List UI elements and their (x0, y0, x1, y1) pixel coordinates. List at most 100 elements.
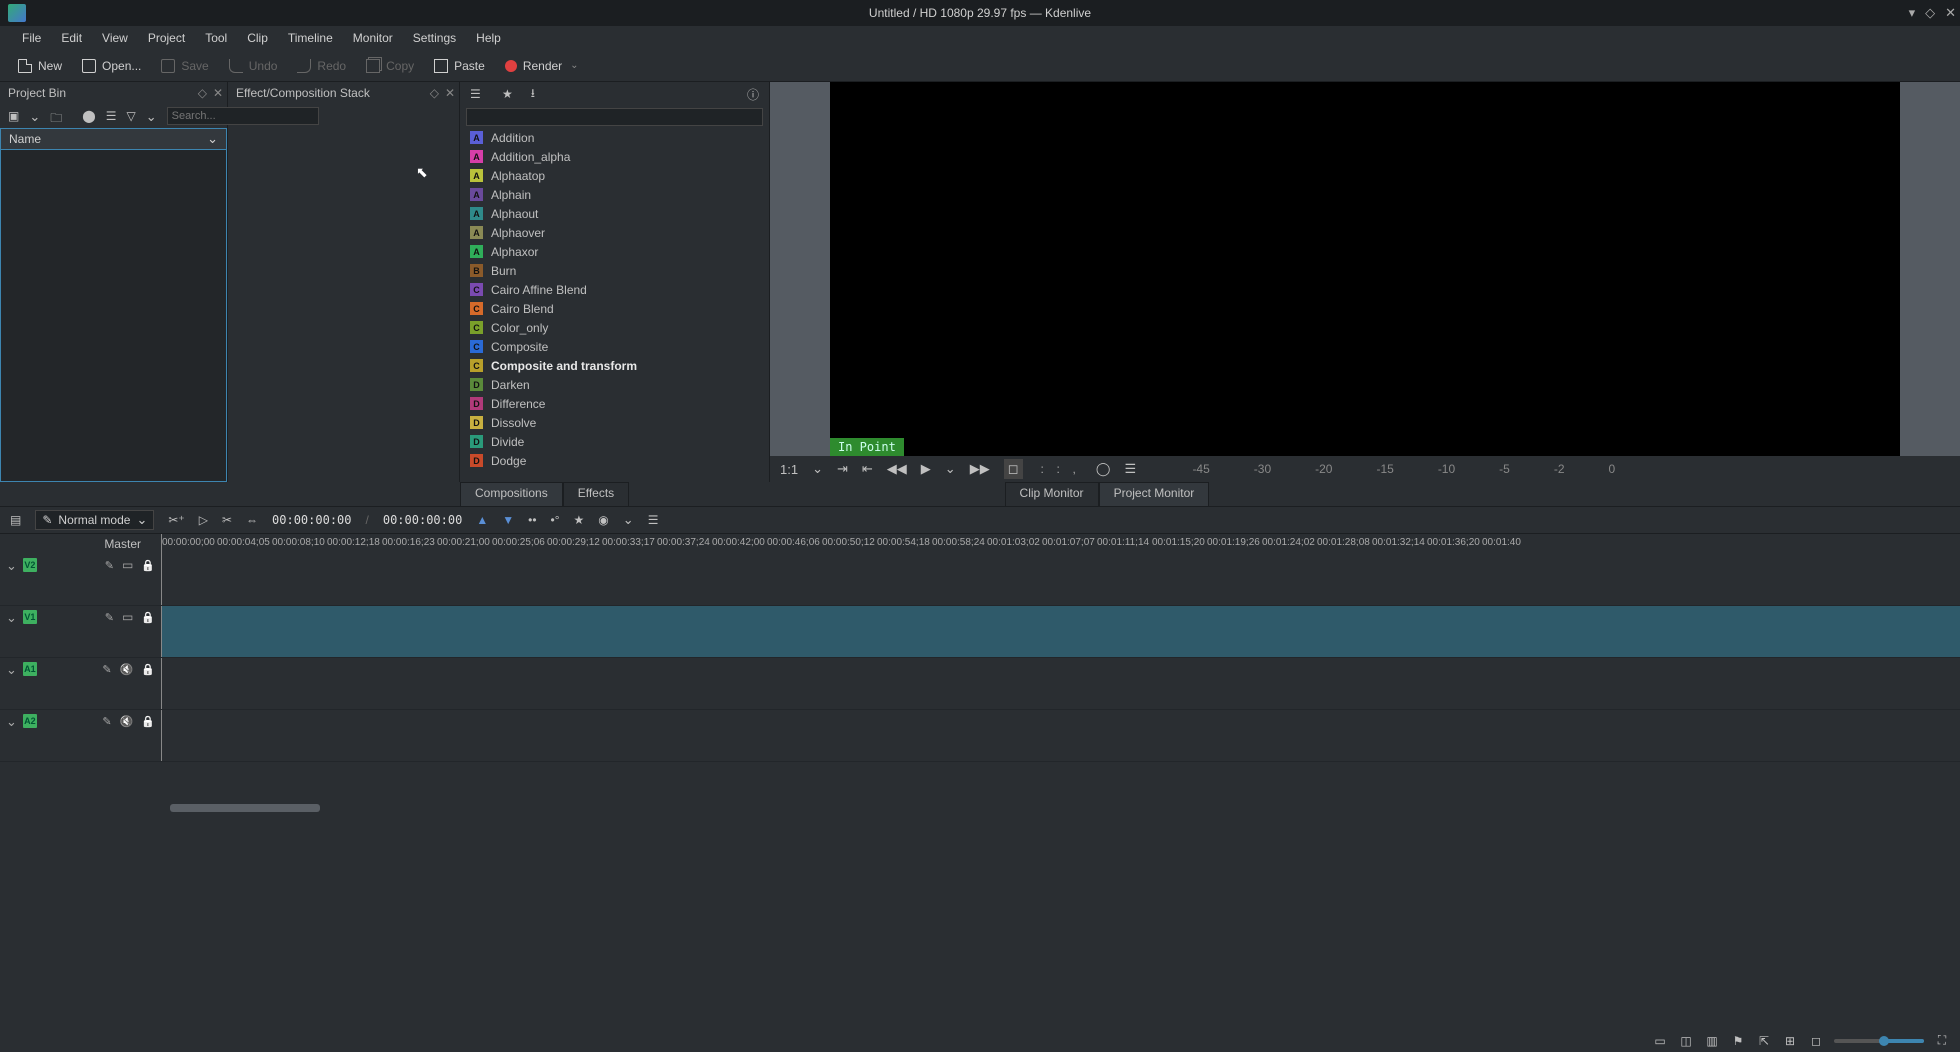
track-header[interactable]: A1 (0, 658, 162, 709)
sb-icon-3[interactable]: ▥ (1704, 1034, 1720, 1048)
spacer-icon[interactable]: ⇔ (246, 513, 258, 527)
undock-icon[interactable]: ◇ (430, 86, 439, 100)
maximize-icon[interactable]: ◇ (1925, 5, 1935, 21)
bin-empty-area[interactable] (0, 150, 227, 482)
mute-icon[interactable] (120, 714, 134, 728)
new-button[interactable]: New (18, 59, 62, 73)
composition-item[interactable]: AAlphaxor (460, 242, 769, 261)
lock-icon[interactable] (141, 662, 155, 676)
menu-timeline[interactable]: Timeline (278, 29, 343, 47)
tab-effects[interactable]: Effects (563, 482, 629, 506)
composition-item[interactable]: DDifference (460, 394, 769, 413)
collapse-icon[interactable] (6, 558, 17, 574)
rewind-icon[interactable]: ◀◀ (887, 461, 907, 477)
minimize-icon[interactable]: ▾ (1909, 5, 1916, 21)
menu-edit[interactable]: Edit (51, 29, 92, 47)
razor-icon[interactable]: ✂ (222, 513, 232, 527)
visibility-icon[interactable] (122, 610, 133, 624)
filter-dropdown-icon[interactable] (146, 109, 157, 123)
chevron-down-icon[interactable] (812, 461, 823, 477)
compositions-search-input[interactable] (466, 108, 763, 126)
composition-item[interactable]: AAddition_alpha (460, 147, 769, 166)
zone-icon[interactable]: ◻ (1004, 459, 1023, 479)
download-icon[interactable] (531, 84, 535, 105)
zoom-scale[interactable]: 1:1 (780, 462, 798, 477)
composition-item[interactable]: DDodge (460, 451, 769, 470)
folder-icon[interactable]: 🗀 (50, 109, 62, 123)
chevron-down-icon[interactable] (623, 512, 634, 528)
track-tag[interactable]: V2 (23, 558, 37, 572)
marker-icon[interactable]: ◯ (1096, 461, 1111, 477)
tab-clip-monitor[interactable]: Clip Monitor (1005, 482, 1099, 506)
menu-project[interactable]: Project (138, 29, 195, 47)
fit-zoom-icon[interactable]: ⛶ (1934, 1033, 1950, 1048)
composition-item[interactable]: AAlphain (460, 185, 769, 204)
sb-icon-6[interactable]: ⊞ (1782, 1034, 1798, 1048)
close-panel-icon[interactable]: ✕ (213, 86, 223, 100)
info-icon[interactable] (747, 86, 759, 103)
close-panel-icon[interactable]: ✕ (445, 86, 455, 100)
composition-item[interactable]: AAlphaover (460, 223, 769, 242)
menu-clip[interactable]: Clip (237, 29, 278, 47)
composition-item[interactable]: DDissolve (460, 413, 769, 432)
composition-item[interactable]: CCairo Affine Blend (460, 280, 769, 299)
tab-compositions[interactable]: Compositions (460, 482, 563, 506)
set-in-icon[interactable]: ⇥ (837, 461, 848, 477)
mute-icon[interactable] (120, 662, 134, 676)
collapse-icon[interactable] (6, 610, 17, 626)
undo-button[interactable]: Undo (229, 59, 278, 73)
monitor-view[interactable]: In Point (830, 82, 1900, 456)
composition-item[interactable]: DDarken (460, 375, 769, 394)
menu-tool[interactable]: Tool (195, 29, 237, 47)
set-out-icon[interactable]: ⇤ (862, 461, 873, 477)
composition-item[interactable]: AAddition (460, 128, 769, 147)
dots-icon[interactable]: •• (528, 513, 536, 527)
copy-button[interactable]: Copy (366, 59, 414, 73)
composition-item[interactable]: AAlphaout (460, 204, 769, 223)
play-dropdown-icon[interactable] (945, 461, 956, 477)
track-tag[interactable]: A2 (23, 714, 37, 728)
track-tag[interactable]: V1 (23, 610, 37, 624)
add-clip-icon[interactable]: ▣ (8, 109, 19, 123)
marker-blue-icon[interactable]: ▲ (476, 513, 488, 527)
effects-icon[interactable] (102, 662, 111, 676)
forward-icon[interactable]: ▶▶ (970, 461, 990, 477)
sb-icon-1[interactable]: ▭ (1652, 1034, 1668, 1048)
master-track-header[interactable]: Master (0, 534, 162, 554)
tag-icon[interactable]: ⬤ (82, 109, 95, 123)
track-header[interactable]: V2 (0, 554, 162, 605)
composition-item[interactable]: DDivide (460, 432, 769, 451)
track-body[interactable] (162, 658, 1960, 709)
list-icon[interactable] (470, 87, 484, 101)
collapse-icon[interactable] (6, 714, 17, 730)
monitor-menu-icon[interactable] (1124, 461, 1138, 477)
menu-settings[interactable]: Settings (403, 29, 466, 47)
dots2-icon[interactable]: •° (551, 513, 560, 527)
track-body[interactable] (162, 710, 1960, 761)
lock-icon[interactable] (141, 714, 155, 728)
timeline-scrollbar[interactable] (0, 802, 1960, 814)
sb-icon-4[interactable]: ⚑ (1730, 1034, 1746, 1048)
track-tag[interactable]: A1 (23, 662, 37, 676)
tool-1-icon[interactable]: ✂⁺ (168, 513, 184, 527)
track-header[interactable]: A2 (0, 710, 162, 761)
lock-icon[interactable] (141, 610, 155, 624)
favorites-icon[interactable] (502, 87, 513, 101)
effects-icon[interactable] (102, 714, 111, 728)
paste-button[interactable]: Paste (434, 59, 485, 73)
compositions-list[interactable]: AAdditionAAddition_alphaAAlphaatopAAlpha… (460, 128, 769, 482)
lock-icon[interactable] (141, 558, 155, 572)
track-header[interactable]: V1 (0, 606, 162, 657)
chevron-down-icon[interactable]: ⌄ (570, 60, 578, 71)
track-body[interactable] (162, 606, 1960, 657)
sb-icon-7[interactable]: ◻ (1808, 1034, 1824, 1048)
composition-item[interactable]: CComposite (460, 337, 769, 356)
tab-project-monitor[interactable]: Project Monitor (1099, 482, 1210, 506)
settings-icon[interactable]: ☰ (648, 513, 659, 527)
redo-button[interactable]: Redo (297, 59, 346, 73)
visibility-icon[interactable] (122, 558, 133, 572)
composition-item[interactable]: BBurn (460, 261, 769, 280)
open-button[interactable]: Open... (82, 59, 141, 73)
menu-view[interactable]: View (92, 29, 138, 47)
favorite-icon[interactable] (574, 513, 585, 527)
